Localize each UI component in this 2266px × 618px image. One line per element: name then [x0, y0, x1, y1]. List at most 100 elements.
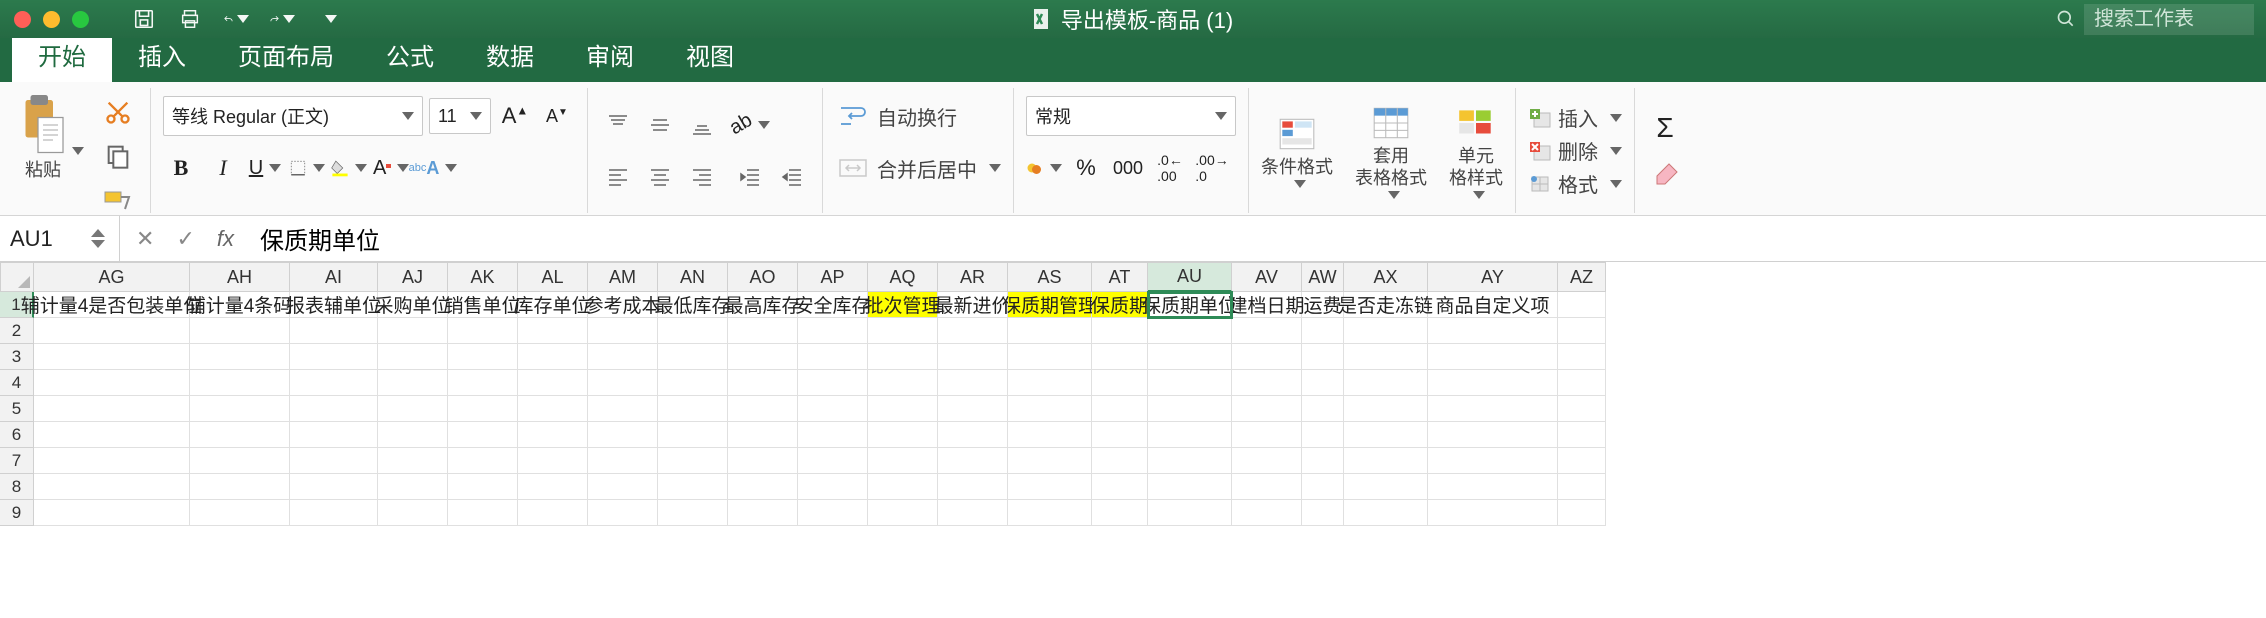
cell-AH4[interactable] [190, 370, 290, 396]
comma-button[interactable]: 000 [1110, 150, 1146, 186]
cell-AV7[interactable] [1232, 448, 1302, 474]
cell-AU8[interactable] [1148, 474, 1232, 500]
font-size-combo[interactable]: 11 [429, 98, 491, 134]
cell-AP2[interactable] [798, 318, 868, 344]
bold-button[interactable]: B [163, 150, 199, 186]
cell-AZ9[interactable] [1558, 500, 1606, 526]
fill-color-button[interactable] [331, 150, 367, 186]
cell-AZ3[interactable] [1558, 344, 1606, 370]
row-header-3[interactable]: 3 [0, 344, 34, 370]
cell-AY7[interactable] [1428, 448, 1558, 474]
cell-AT4[interactable] [1092, 370, 1148, 396]
underline-button[interactable]: U [247, 150, 283, 186]
cell-AZ1[interactable] [1558, 292, 1606, 318]
cell-AK8[interactable] [448, 474, 518, 500]
autosum-button[interactable]: Σ [1647, 110, 1683, 146]
cell-AV1[interactable]: 建档日期 [1232, 292, 1302, 318]
cell-AG4[interactable] [34, 370, 190, 396]
cell-AX7[interactable] [1344, 448, 1428, 474]
cell-AX4[interactable] [1344, 370, 1428, 396]
decrease-decimal-button[interactable]: .00→.0 [1194, 150, 1230, 186]
cell-AR1[interactable]: 最新进价 [938, 292, 1008, 318]
cell-AQ1[interactable]: 批次管理 [868, 292, 938, 318]
row-header-6[interactable]: 6 [0, 422, 34, 448]
cell-AR3[interactable] [938, 344, 1008, 370]
cell-AS4[interactable] [1008, 370, 1092, 396]
column-header-AY[interactable]: AY [1428, 262, 1558, 292]
cell-AY6[interactable] [1428, 422, 1558, 448]
cell-AR4[interactable] [938, 370, 1008, 396]
cell-AP4[interactable] [798, 370, 868, 396]
cell-AN7[interactable] [658, 448, 728, 474]
cell-AP9[interactable] [798, 500, 868, 526]
cell-AN1[interactable]: 最低库存 [658, 292, 728, 318]
cell-AX3[interactable] [1344, 344, 1428, 370]
cell-AM7[interactable] [588, 448, 658, 474]
cell-AQ6[interactable] [868, 422, 938, 448]
redo-icon[interactable] [269, 6, 295, 32]
column-header-AG[interactable]: AG [34, 262, 190, 292]
cell-AP1[interactable]: 安全库存 [798, 292, 868, 318]
cell-AN8[interactable] [658, 474, 728, 500]
cell-AX2[interactable] [1344, 318, 1428, 344]
cell-AR9[interactable] [938, 500, 1008, 526]
cell-AT8[interactable] [1092, 474, 1148, 500]
cell-AY2[interactable] [1428, 318, 1558, 344]
increase-font-button[interactable]: A▲ [497, 98, 533, 134]
cell-AZ7[interactable] [1558, 448, 1606, 474]
cell-AL9[interactable] [518, 500, 588, 526]
cell-AO7[interactable] [728, 448, 798, 474]
cell-AV5[interactable] [1232, 396, 1302, 422]
cell-AU7[interactable] [1148, 448, 1232, 474]
cell-AL5[interactable] [518, 396, 588, 422]
cell-AT9[interactable] [1092, 500, 1148, 526]
decrease-font-button[interactable]: A▼ [539, 98, 575, 134]
cell-AS7[interactable] [1008, 448, 1092, 474]
column-header-AV[interactable]: AV [1232, 262, 1302, 292]
cell-AW4[interactable] [1302, 370, 1344, 396]
cell-AG9[interactable] [34, 500, 190, 526]
cell-AZ4[interactable] [1558, 370, 1606, 396]
column-header-AN[interactable]: AN [658, 262, 728, 292]
cell-AL4[interactable] [518, 370, 588, 396]
accounting-format-button[interactable] [1026, 150, 1062, 186]
cell-AW9[interactable] [1302, 500, 1344, 526]
delete-cells-button[interactable]: 删除 [1528, 136, 1622, 165]
cell-AL8[interactable] [518, 474, 588, 500]
cell-AP5[interactable] [798, 396, 868, 422]
cell-AU9[interactable] [1148, 500, 1232, 526]
cell-AS9[interactable] [1008, 500, 1092, 526]
cell-AY4[interactable] [1428, 370, 1558, 396]
cell-AU1[interactable]: 保质期单位 [1148, 292, 1232, 318]
italic-button[interactable]: I [205, 150, 241, 186]
cell-AX8[interactable] [1344, 474, 1428, 500]
cell-AI5[interactable] [290, 396, 378, 422]
row-header-8[interactable]: 8 [0, 474, 34, 500]
cell-AV4[interactable] [1232, 370, 1302, 396]
cell-AJ2[interactable] [378, 318, 448, 344]
cell-AK2[interactable] [448, 318, 518, 344]
cell-AO6[interactable] [728, 422, 798, 448]
column-header-AO[interactable]: AO [728, 262, 798, 292]
decrease-indent-button[interactable] [732, 159, 768, 195]
cell-AH8[interactable] [190, 474, 290, 500]
cell-AK6[interactable] [448, 422, 518, 448]
format-painter-button[interactable] [100, 182, 136, 218]
cell-AK7[interactable] [448, 448, 518, 474]
cell-AR2[interactable] [938, 318, 1008, 344]
row-header-7[interactable]: 7 [0, 448, 34, 474]
cell-AI2[interactable] [290, 318, 378, 344]
column-header-AW[interactable]: AW [1302, 262, 1344, 292]
merge-center-button[interactable] [835, 150, 871, 186]
cell-AL2[interactable] [518, 318, 588, 344]
column-header-AP[interactable]: AP [798, 262, 868, 292]
column-header-AU[interactable]: AU [1148, 262, 1232, 292]
cell-AY5[interactable] [1428, 396, 1558, 422]
cell-AL3[interactable] [518, 344, 588, 370]
cell-AT1[interactable]: 保质期 [1092, 292, 1148, 318]
cell-AW2[interactable] [1302, 318, 1344, 344]
cell-AV6[interactable] [1232, 422, 1302, 448]
number-format-combo[interactable]: 常规 [1026, 96, 1236, 136]
cut-button[interactable] [100, 94, 136, 130]
cell-AU6[interactable] [1148, 422, 1232, 448]
